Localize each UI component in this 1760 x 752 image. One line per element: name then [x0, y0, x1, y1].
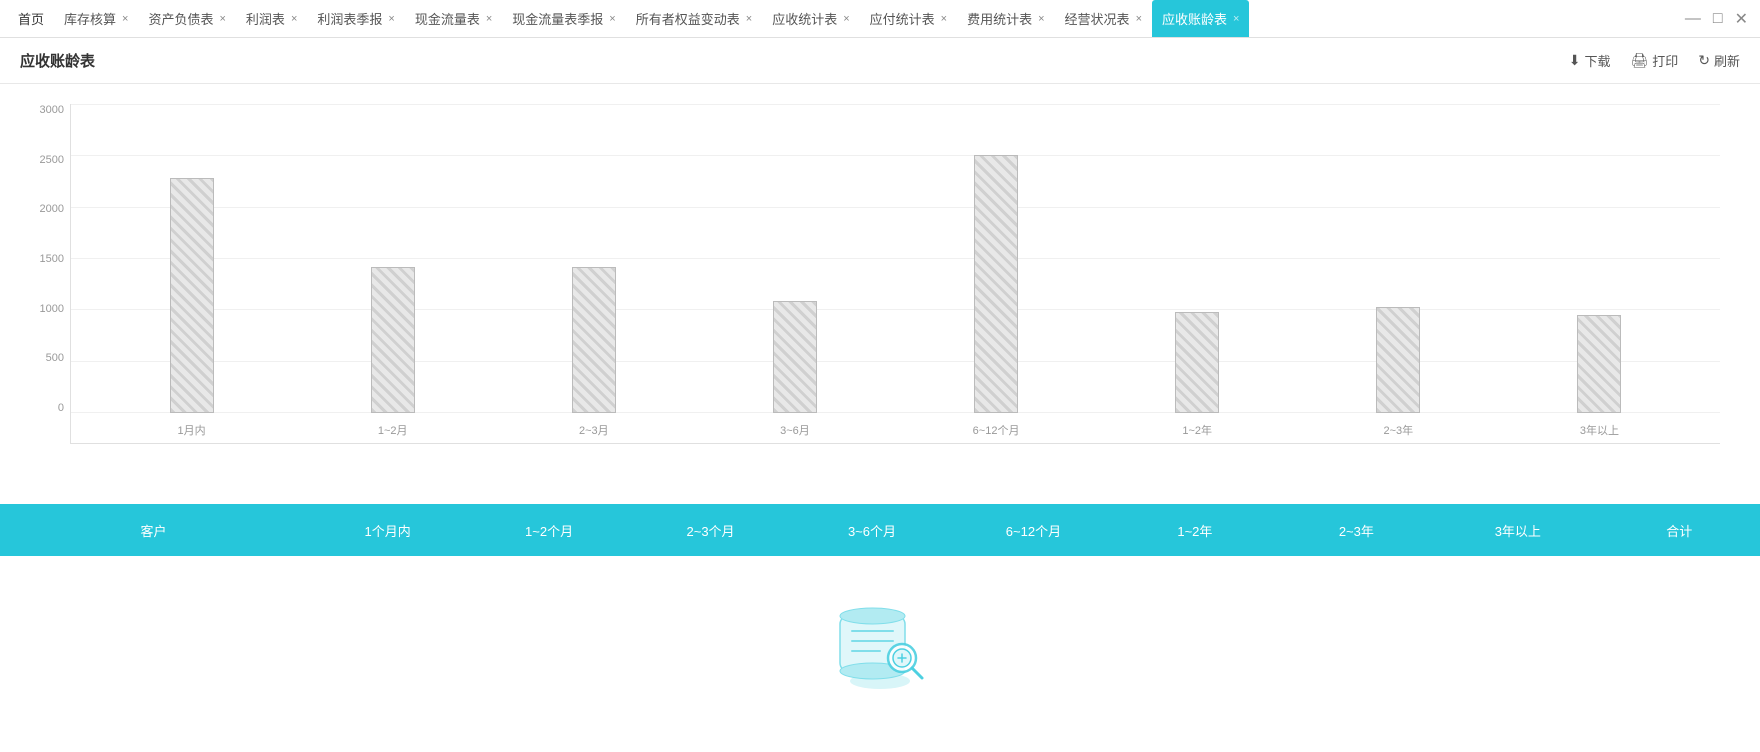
- table-header-6: 1~2年: [1114, 521, 1275, 540]
- table-header-2: 1~2个月: [468, 521, 629, 540]
- download-icon: ⬇: [1569, 52, 1581, 69]
- bar-6: [1376, 307, 1420, 413]
- bar-group-5: 1~2年: [1097, 134, 1298, 413]
- table-header-5: 6~12个月: [953, 521, 1114, 540]
- table-header-3: 2~3个月: [630, 521, 791, 540]
- page-header: 应收账龄表 ⬇ 下载 🖨 打印 ↻ 刷新: [0, 38, 1760, 84]
- tab-bar: 首页库存核算×资产负债表×利润表×利润表季报×现金流量表×现金流量表季报×所有者…: [0, 0, 1760, 38]
- bar-3: [773, 301, 817, 413]
- tab-close-expense[interactable]: ×: [1038, 13, 1044, 25]
- tab-close-balance[interactable]: ×: [219, 13, 225, 25]
- bar-group-7: 3年以上: [1499, 134, 1700, 413]
- y-axis-label: 2000: [40, 203, 64, 215]
- table-header-7: 2~3年: [1276, 521, 1437, 540]
- tab-ar-stat[interactable]: 应收统计表×: [762, 0, 859, 38]
- tab-close-operation[interactable]: ×: [1136, 13, 1142, 25]
- tab-close-equity[interactable]: ×: [746, 13, 752, 25]
- table-header-9: 合计: [1599, 521, 1760, 540]
- bar-5: [1175, 312, 1219, 413]
- bar-group-2: 2~3月: [493, 134, 694, 413]
- table-header-8: 3年以上: [1437, 521, 1598, 540]
- table-header-0: 客户: [0, 521, 307, 540]
- page-title: 应收账龄表: [20, 50, 95, 71]
- x-label-1: 1~2月: [378, 422, 408, 438]
- download-button[interactable]: ⬇ 下载: [1569, 51, 1611, 70]
- bar-2: [572, 267, 616, 413]
- tab-close-inventory[interactable]: ×: [122, 13, 128, 25]
- tab-close-cashflow[interactable]: ×: [486, 13, 492, 25]
- y-axis-label: 500: [46, 352, 64, 364]
- tab-close-ap-stat[interactable]: ×: [941, 13, 947, 25]
- chart-section: 050010001500200025003000 1月内1~2月2~3月3~6月…: [0, 84, 1760, 504]
- y-axis-label: 3000: [40, 104, 64, 116]
- tab-cashflow-q[interactable]: 现金流量表季报×: [502, 0, 625, 38]
- chart-wrapper: 050010001500200025003000 1月内1~2月2~3月3~6月…: [70, 104, 1720, 444]
- tab-balance[interactable]: 资产负债表×: [138, 0, 235, 38]
- tab-home[interactable]: 首页: [8, 0, 54, 38]
- close-button[interactable]: ✕: [1731, 5, 1752, 33]
- y-axis-label: 2500: [40, 154, 64, 166]
- maximize-button[interactable]: □: [1709, 6, 1727, 32]
- refresh-button[interactable]: ↻ 刷新: [1698, 51, 1740, 70]
- bar-7: [1577, 315, 1621, 413]
- tab-profit[interactable]: 利润表×: [236, 0, 307, 38]
- y-axis-label: 1500: [40, 253, 64, 265]
- main-content: 050010001500200025003000 1月内1~2月2~3月3~6月…: [0, 84, 1760, 752]
- bar-group-1: 1~2月: [292, 134, 493, 413]
- x-label-3: 3~6月: [780, 422, 810, 438]
- refresh-label: 刷新: [1714, 51, 1740, 70]
- tab-close-profit-q[interactable]: ×: [388, 13, 394, 25]
- bars-container: 1月内1~2月2~3月3~6月6~12个月1~2年2~3年3年以上: [71, 134, 1720, 413]
- tab-operation[interactable]: 经营状况表×: [1055, 0, 1152, 38]
- table-header-4: 3~6个月: [791, 521, 952, 540]
- empty-illustration: [820, 596, 940, 712]
- print-label: 打印: [1652, 51, 1678, 70]
- empty-state: [0, 556, 1760, 752]
- minimize-button[interactable]: —: [1681, 6, 1705, 32]
- x-label-6: 2~3年: [1383, 422, 1413, 438]
- header-actions: ⬇ 下载 🖨 打印 ↻ 刷新: [1569, 51, 1740, 70]
- bar-group-0: 1月内: [91, 134, 292, 413]
- grid-line: [71, 104, 1720, 105]
- bar-4: [974, 155, 1018, 413]
- tab-inventory[interactable]: 库存核算×: [54, 0, 138, 38]
- x-label-2: 2~3月: [579, 422, 609, 438]
- refresh-icon: ↻: [1698, 52, 1710, 69]
- x-label-4: 6~12个月: [973, 422, 1020, 438]
- download-label: 下载: [1584, 51, 1610, 70]
- tab-ap-stat[interactable]: 应付统计表×: [860, 0, 957, 38]
- tab-cashflow[interactable]: 现金流量表×: [405, 0, 502, 38]
- y-axis-label: 1000: [40, 303, 64, 315]
- bar-group-3: 3~6月: [694, 134, 895, 413]
- x-label-0: 1月内: [178, 422, 206, 438]
- tab-profit-q[interactable]: 利润表季报×: [307, 0, 404, 38]
- chart-plot: 1月内1~2月2~3月3~6月6~12个月1~2年2~3年3年以上: [70, 104, 1720, 444]
- tab-equity[interactable]: 所有者权益变动表×: [626, 0, 762, 38]
- table-header-1: 1个月内: [307, 521, 468, 540]
- print-button[interactable]: 🖨 打印: [1630, 51, 1678, 70]
- y-axis-label: 0: [58, 402, 64, 414]
- tab-close-cashflow-q[interactable]: ×: [609, 13, 615, 25]
- x-label-7: 3年以上: [1580, 422, 1619, 438]
- tab-close-ar-aging[interactable]: ×: [1233, 13, 1239, 25]
- tab-close-ar-stat[interactable]: ×: [843, 13, 849, 25]
- tab-ar-aging[interactable]: 应收账龄表×: [1152, 0, 1249, 38]
- x-label-5: 1~2年: [1182, 422, 1212, 438]
- print-icon: 🖨: [1630, 52, 1648, 69]
- bar-group-4: 6~12个月: [896, 134, 1097, 413]
- bar-1: [371, 267, 415, 413]
- tab-close-profit[interactable]: ×: [291, 13, 297, 25]
- table-header: 客户1个月内1~2个月2~3个月3~6个月6~12个月1~2年2~3年3年以上合…: [0, 504, 1760, 556]
- bar-group-6: 2~3年: [1298, 134, 1499, 413]
- tab-expense[interactable]: 费用统计表×: [957, 0, 1054, 38]
- y-axis: 0 500 1000 1500 2000 2500 3000: [20, 104, 64, 414]
- bar-0: [170, 178, 214, 413]
- window-controls: — □ ✕: [1681, 5, 1752, 33]
